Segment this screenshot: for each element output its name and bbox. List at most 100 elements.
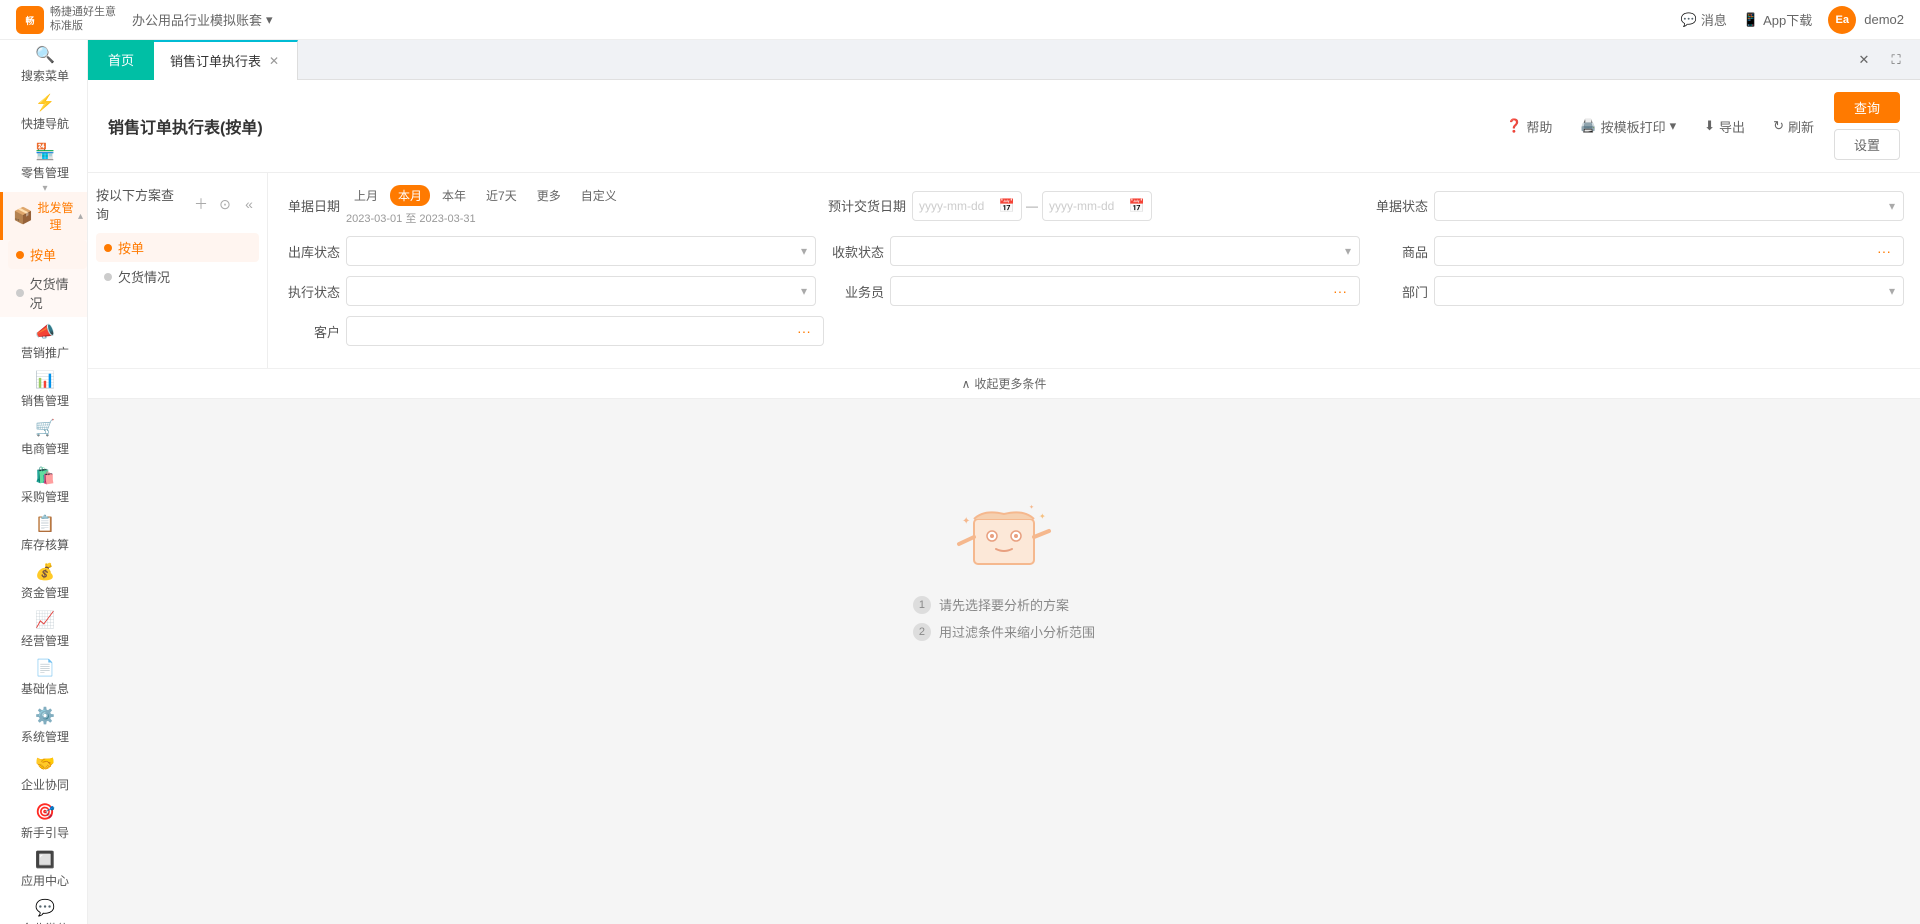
customer-dots-btn[interactable]: ··· <box>793 323 815 339</box>
customer-label: 客户 <box>284 322 340 341</box>
filter-out-status-item: 出库状态 ▾ <box>284 236 816 266</box>
salesman-dots-btn[interactable]: ··· <box>1329 283 1351 299</box>
print-btn[interactable]: 🖨️ 按模板打印 ▾ <box>1572 113 1684 140</box>
apps-icon: 🔲 <box>35 850 55 870</box>
filter-row-2: 出库状态 ▾ 收款状态 ▾ <box>284 236 1904 266</box>
date-tab-more[interactable]: 更多 <box>529 185 569 206</box>
sidebar-item-purchase[interactable]: 🛍️ 采购管理 <box>0 461 87 509</box>
retail-icon: 🏪 <box>35 142 55 162</box>
sidebar-item-retail[interactable]: 🏪 零售管理 ▾ <box>0 144 87 192</box>
sidebar-item-newuser[interactable]: 🎯 新手引导 <box>0 797 87 845</box>
sales-icon: 📊 <box>35 370 55 390</box>
collapse-button[interactable]: ∧ 收起更多条件 <box>88 368 1920 398</box>
sidebar-item-wholesale[interactable]: 📦 批发管理 ▴ <box>0 192 87 240</box>
chevron-down-icon: ▾ <box>1345 244 1351 258</box>
tab-home[interactable]: 首页 <box>88 40 154 80</box>
chevron-up-icon: ▴ <box>78 211 83 222</box>
receive-status-select[interactable]: ▾ <box>890 236 1360 266</box>
date-tab-this-month[interactable]: 本月 <box>390 185 430 206</box>
sidebar-item-search[interactable]: 🔍 搜索菜单 <box>0 40 87 88</box>
expected-date-label: 预计交货日期 <box>828 196 906 215</box>
calendar-end-icon: 📅 <box>1129 198 1145 214</box>
page-content: 销售订单执行表(按单) ❓ 帮助 🖨️ 按模板打印 ▾ ⬇ 导出 <box>88 80 1920 924</box>
phone-icon: 📱 <box>1743 12 1759 28</box>
export-btn[interactable]: ⬇ 导出 <box>1696 113 1753 140</box>
sidebar-item-apps[interactable]: 🔲 应用中心 <box>0 845 87 893</box>
message-icon: 💬 <box>1681 12 1697 28</box>
refresh-btn[interactable]: ↻ 刷新 <box>1765 113 1822 140</box>
inventory-icon: 📋 <box>35 514 55 534</box>
sidebar-item-basic[interactable]: 📄 基础信息 <box>0 653 87 701</box>
export-icon: ⬇ <box>1704 118 1715 134</box>
date-controls: 上月 本月 本年 近7天 更多 自定义 2023-03-01 至 2023-03… <box>346 185 816 226</box>
chevron-down-icon: ▾ <box>801 244 807 258</box>
filter-row-1: 单据日期 上月 本月 本年 近7天 更多 自定义 <box>284 185 1904 226</box>
date-tab-custom[interactable]: 自定义 <box>573 185 625 206</box>
exec-status-label: 执行状态 <box>284 282 340 301</box>
product-dots-btn[interactable]: ··· <box>1873 243 1895 259</box>
sidebar-item-finance[interactable]: 💰 资金管理 <box>0 557 87 605</box>
tab-actions: ✕ ⛶ <box>1852 48 1920 72</box>
exec-status-select[interactable]: ▾ <box>346 276 816 306</box>
solution-by-order[interactable]: 按单 <box>96 233 259 262</box>
sidebar-item-wechat[interactable]: 💬 企业微信 <box>0 893 87 924</box>
empty-illustration: ✦ ✦ ✦ <box>954 479 1054 579</box>
sidebar-item-sales[interactable]: 📊 销售管理 <box>0 365 87 413</box>
username: demo2 <box>1864 12 1904 27</box>
help-btn[interactable]: ❓ 帮助 <box>1498 113 1560 140</box>
sidebar-item-quick-nav[interactable]: ⚡ 快捷导航 <box>0 88 87 136</box>
close-window-btn[interactable]: ✕ <box>1852 48 1876 72</box>
page-header: 销售订单执行表(按单) ❓ 帮助 🖨️ 按模板打印 ▾ ⬇ 导出 <box>88 80 1920 173</box>
filter-status-item: 单据状态 ▾ <box>1372 191 1904 221</box>
customer-select[interactable]: ··· <box>346 316 824 346</box>
svg-text:✦: ✦ <box>962 516 970 527</box>
sidebar-item-enterprise[interactable]: 🤝 企业协同 <box>0 749 87 797</box>
date-tab-last7days[interactable]: 近7天 <box>478 185 525 206</box>
filter-row-3: 执行状态 ▾ 业务员 ··· <box>284 276 1904 306</box>
chevron-down-icon: ▾ <box>801 284 807 298</box>
sidebar-item-marketing[interactable]: 📣 营销推广 <box>0 317 87 365</box>
sidebar-item-operation[interactable]: 📈 经营管理 <box>0 605 87 653</box>
sidebar-item-ecommerce[interactable]: 🛒 电商管理 <box>0 413 87 461</box>
finance-icon: 💰 <box>35 562 55 582</box>
sidebar-item-inventory[interactable]: 📋 库存核算 <box>0 509 87 557</box>
user-menu[interactable]: Ea demo2 <box>1828 6 1904 34</box>
logo-icon: 畅 <box>16 6 44 34</box>
svg-text:畅: 畅 <box>25 15 34 26</box>
page-actions: ❓ 帮助 🖨️ 按模板打印 ▾ ⬇ 导出 ↻ 刷新 <box>1498 92 1900 160</box>
sub-item-arrears[interactable]: 欠货情况 <box>8 269 87 317</box>
tab-sales-order[interactable]: 销售订单执行表 ✕ <box>154 40 298 80</box>
ecommerce-icon: 🛒 <box>35 418 55 438</box>
top-header: 畅 畅捷通好生意 标准版 办公用品行业模拟账套 ▾ 💬 消息 📱 App下载 E… <box>0 0 1920 40</box>
solution-arrears[interactable]: 欠货情况 <box>96 262 259 291</box>
empty-tips: 1 请先选择要分析的方案 2 用过滤条件来缩小分析范围 <box>913 595 1095 641</box>
product-select[interactable]: ··· <box>1434 236 1904 266</box>
svg-text:✦: ✦ <box>1029 504 1034 511</box>
settings-button[interactable]: 设置 <box>1834 129 1900 160</box>
edit-solution-btn[interactable]: ⊙ <box>215 194 235 214</box>
sub-item-order[interactable]: 按单 <box>8 240 87 269</box>
out-status-select[interactable]: ▾ <box>346 236 816 266</box>
add-solution-btn[interactable]: ＋ <box>191 194 211 214</box>
date-range-controls: yyyy-mm-dd 📅 — yyyy-mm-dd 📅 <box>912 191 1152 221</box>
date-tab-this-year[interactable]: 本年 <box>434 185 474 206</box>
header-left: 畅 畅捷通好生意 标准版 办公用品行业模拟账套 ▾ <box>16 6 281 34</box>
salesman-select[interactable]: ··· <box>890 276 1360 306</box>
query-button[interactable]: 查询 <box>1834 92 1900 123</box>
tab-close-icon[interactable]: ✕ <box>267 52 281 70</box>
purchase-icon: 🛍️ <box>35 466 55 486</box>
maximize-btn[interactable]: ⛶ <box>1884 48 1908 72</box>
sidebar-item-system[interactable]: ⚙️ 系统管理 <box>0 701 87 749</box>
dept-select[interactable]: ▾ <box>1434 276 1904 306</box>
message-action[interactable]: 💬 消息 <box>1681 10 1727 29</box>
date-tab-prev-month[interactable]: 上月 <box>346 185 386 206</box>
expected-date-end[interactable]: yyyy-mm-dd 📅 <box>1042 191 1152 221</box>
collapse-left-btn[interactable]: « <box>239 194 259 214</box>
app-selector[interactable]: 办公用品行业模拟账套 ▾ <box>124 6 281 33</box>
status-select[interactable]: ▾ <box>1434 191 1904 221</box>
chevron-down-icon: ▾ <box>1889 199 1895 213</box>
dept-label: 部门 <box>1372 282 1428 301</box>
expected-date-start[interactable]: yyyy-mm-dd 📅 <box>912 191 1022 221</box>
app-download-action[interactable]: 📱 App下载 <box>1743 10 1812 29</box>
filter-expected-date-item: 预计交货日期 yyyy-mm-dd 📅 — yyyy-mm-dd <box>828 191 1360 221</box>
